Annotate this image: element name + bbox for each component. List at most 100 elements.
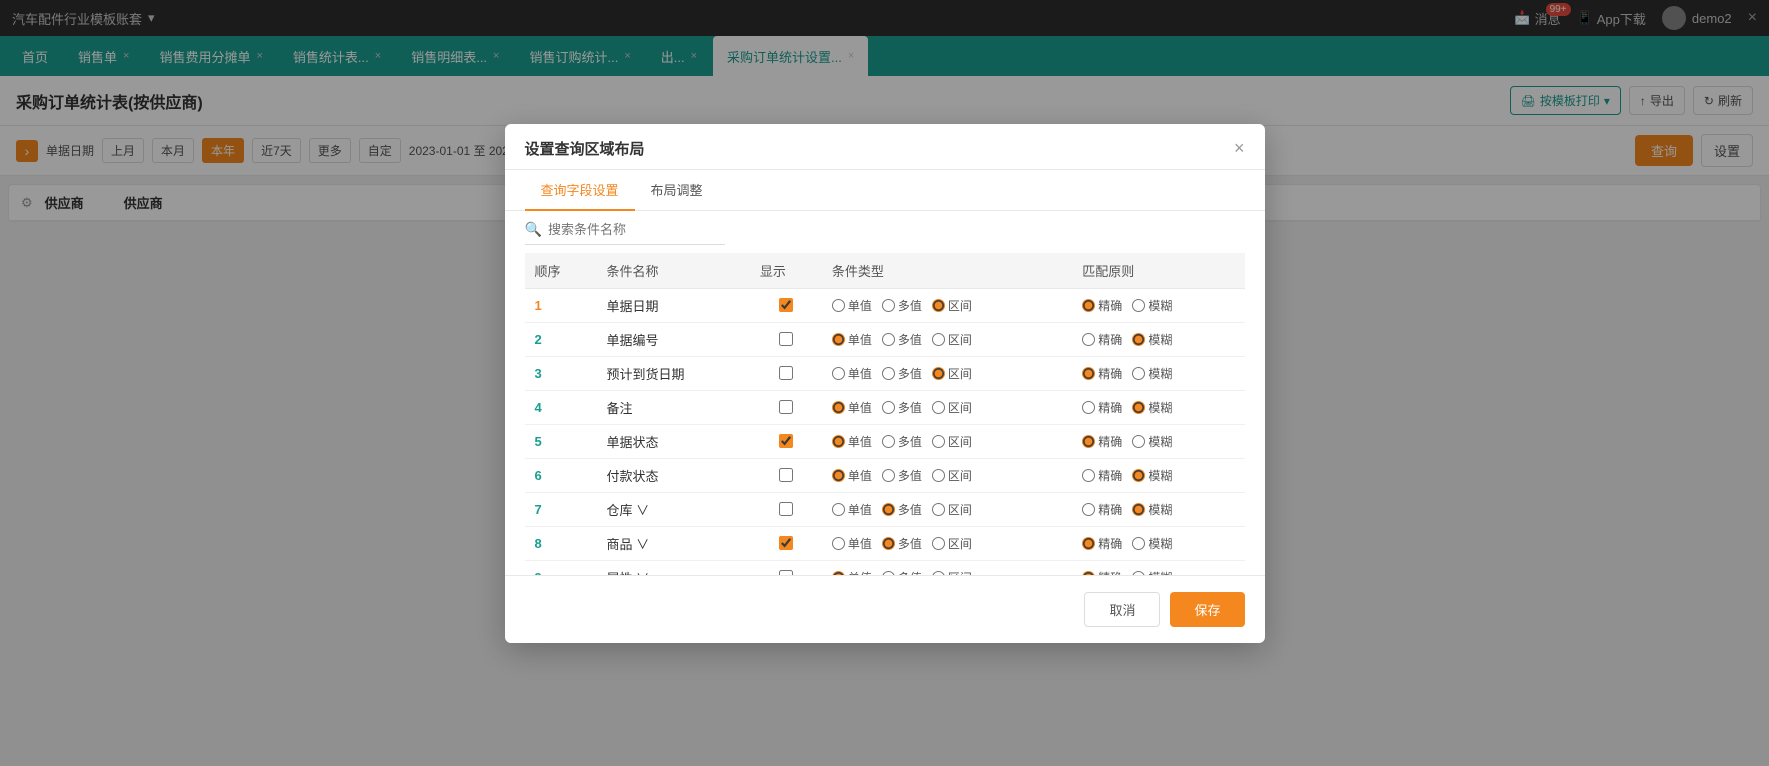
type-radio[interactable] <box>882 537 895 550</box>
match-radio-label[interactable]: 精确 <box>1082 331 1122 348</box>
type-radio-label[interactable]: 单值 <box>832 467 872 484</box>
type-radio-label[interactable]: 多值 <box>882 535 922 552</box>
match-radio-label[interactable]: 精确 <box>1082 297 1122 314</box>
type-radio[interactable] <box>832 537 845 550</box>
display-checkbox[interactable] <box>779 502 793 516</box>
type-radio-label[interactable]: 区间 <box>932 467 972 484</box>
match-radio[interactable] <box>1132 333 1145 346</box>
match-radio-label[interactable]: 模糊 <box>1132 365 1172 382</box>
match-radio-label[interactable]: 模糊 <box>1132 501 1172 518</box>
dialog-close-button[interactable]: × <box>1234 139 1245 157</box>
type-radio[interactable] <box>832 469 845 482</box>
type-radio[interactable] <box>932 401 945 414</box>
display-checkbox[interactable] <box>779 468 793 482</box>
type-radio-label[interactable]: 区间 <box>932 433 972 450</box>
type-radio-label[interactable]: 多值 <box>882 501 922 518</box>
match-radio[interactable] <box>1132 367 1145 380</box>
cancel-button[interactable]: 取消 <box>1084 592 1160 627</box>
type-radio-label[interactable]: 多值 <box>882 399 922 416</box>
match-radio[interactable] <box>1132 537 1145 550</box>
type-radio[interactable] <box>932 503 945 516</box>
type-radio-label[interactable]: 区间 <box>932 365 972 382</box>
display-checkbox[interactable] <box>779 332 793 346</box>
type-radio-label[interactable]: 单值 <box>832 365 872 382</box>
type-radio-label[interactable]: 单值 <box>832 399 872 416</box>
match-radio-label[interactable]: 模糊 <box>1132 535 1172 552</box>
match-radio[interactable] <box>1082 537 1095 550</box>
match-radio-label[interactable]: 模糊 <box>1132 297 1172 314</box>
type-radio-label[interactable]: 多值 <box>882 365 922 382</box>
type-radio-label[interactable]: 多值 <box>882 331 922 348</box>
search-input[interactable] <box>548 222 725 237</box>
tab-layout[interactable]: 布局调整 <box>635 170 719 211</box>
match-radio[interactable] <box>1132 435 1145 448</box>
type-radio[interactable] <box>932 469 945 482</box>
match-radio-label[interactable]: 精确 <box>1082 535 1122 552</box>
type-radio[interactable] <box>932 367 945 380</box>
match-radio[interactable] <box>1082 299 1095 312</box>
display-checkbox[interactable] <box>779 298 793 312</box>
match-radio-label[interactable]: 精确 <box>1082 433 1122 450</box>
type-radio-label[interactable]: 单值 <box>832 501 872 518</box>
type-radio-label[interactable]: 多值 <box>882 433 922 450</box>
order-num: 2 <box>535 332 542 347</box>
type-radio[interactable] <box>882 299 895 312</box>
match-radio-label[interactable]: 精确 <box>1082 365 1122 382</box>
row-name: 商品 ∨ <box>597 526 750 560</box>
type-radio[interactable] <box>882 435 895 448</box>
match-radio[interactable] <box>1082 435 1095 448</box>
type-radio[interactable] <box>932 435 945 448</box>
type-radio-label[interactable]: 区间 <box>932 331 972 348</box>
type-radio[interactable] <box>882 333 895 346</box>
type-radio[interactable] <box>932 537 945 550</box>
type-radio[interactable] <box>882 367 895 380</box>
type-radio[interactable] <box>832 401 845 414</box>
type-radio[interactable] <box>832 435 845 448</box>
match-radio[interactable] <box>1082 503 1095 516</box>
type-radio-label[interactable]: 单值 <box>832 331 872 348</box>
display-checkbox[interactable] <box>779 366 793 380</box>
match-radio-label[interactable]: 模糊 <box>1132 399 1172 416</box>
display-checkbox[interactable] <box>779 536 793 550</box>
type-radio[interactable] <box>932 333 945 346</box>
match-radio[interactable] <box>1132 299 1145 312</box>
match-radio[interactable] <box>1082 469 1095 482</box>
match-radio[interactable] <box>1082 367 1095 380</box>
type-radio-label[interactable]: 单值 <box>832 433 872 450</box>
match-radio[interactable] <box>1132 469 1145 482</box>
type-radio-label[interactable]: 区间 <box>932 399 972 416</box>
type-radio[interactable] <box>932 299 945 312</box>
type-radio[interactable] <box>832 503 845 516</box>
type-radio[interactable] <box>832 333 845 346</box>
type-radio[interactable] <box>832 299 845 312</box>
match-radio-label[interactable]: 精确 <box>1082 501 1122 518</box>
type-radio-label[interactable]: 多值 <box>882 467 922 484</box>
type-radio-label[interactable]: 单值 <box>832 535 872 552</box>
match-radio-label[interactable]: 精确 <box>1082 467 1122 484</box>
match-radio[interactable] <box>1082 401 1095 414</box>
type-radio[interactable] <box>882 503 895 516</box>
tab-query-fields[interactable]: 查询字段设置 <box>525 170 635 211</box>
table-head-row: 顺序 条件名称 显示 条件类型 匹配原则 <box>525 253 1245 289</box>
match-radio[interactable] <box>1132 401 1145 414</box>
match-radio[interactable] <box>1132 503 1145 516</box>
display-checkbox[interactable] <box>779 434 793 448</box>
type-radio[interactable] <box>882 469 895 482</box>
type-radio-label[interactable]: 区间 <box>932 535 972 552</box>
match-radio-label[interactable]: 模糊 <box>1132 433 1172 450</box>
type-radio-label[interactable]: 区间 <box>932 297 972 314</box>
table-row: 8 商品 ∨ 单值 多值 区间 <box>525 526 1245 560</box>
type-radio[interactable] <box>882 401 895 414</box>
type-radio-label[interactable]: 区间 <box>932 501 972 518</box>
match-radio[interactable] <box>1082 333 1095 346</box>
save-button[interactable]: 保存 <box>1170 592 1244 627</box>
search-icon: 🔍 <box>525 221 542 238</box>
type-radio-label[interactable]: 单值 <box>832 297 872 314</box>
match-radio-label[interactable]: 模糊 <box>1132 331 1172 348</box>
type-radio-label[interactable]: 多值 <box>882 297 922 314</box>
match-radio-label[interactable]: 模糊 <box>1132 467 1172 484</box>
display-checkbox[interactable] <box>779 400 793 414</box>
type-radio[interactable] <box>832 367 845 380</box>
match-radio-label[interactable]: 精确 <box>1082 399 1122 416</box>
match-radio-group: 精确 模糊 <box>1082 501 1234 518</box>
